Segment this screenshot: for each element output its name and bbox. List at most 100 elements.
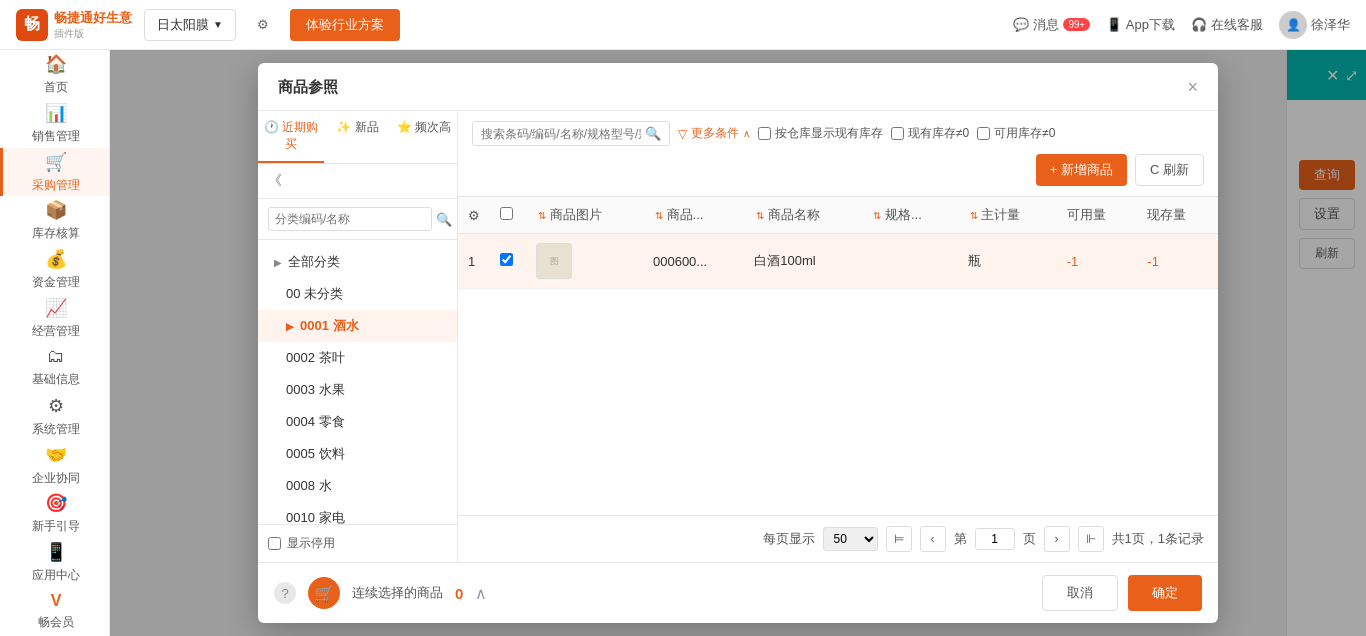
name-sort-icon[interactable]: ⇅ [756,210,764,221]
name-col-header[interactable]: ⇅ 商品名称 [744,197,861,234]
tree-item-tea[interactable]: 0002 茶叶 [258,342,457,374]
trial-button[interactable]: 体验行业方案 [290,9,400,41]
tab-new-product[interactable]: ✨ 新品 [324,111,390,163]
cart-button[interactable]: 🛒 [308,577,340,609]
available-col-header[interactable]: 可用量 [1057,197,1138,234]
collapse-left-button[interactable]: 《 [268,172,282,190]
unit-col-header[interactable]: ⇅ 主计量 [958,197,1057,234]
sales-icon: 📊 [45,102,67,124]
category-search-wrap: 🔍 [258,199,457,240]
username-label: 徐泽华 [1311,16,1350,34]
table-settings-icon[interactable]: ⚙ [468,208,480,223]
img-sort-icon[interactable]: ⇅ [538,210,546,221]
select-all-checkbox[interactable] [500,207,513,220]
tree-item-all[interactable]: ▶ 全部分类 [258,246,457,278]
tree-item-tea-label: 0002 茶叶 [286,349,345,367]
service-item[interactable]: 🎧 在线客服 [1191,16,1263,34]
sidebar-label-guide: 新手引导 [32,518,80,535]
row-checkbox[interactable] [500,253,513,266]
message-nav-item[interactable]: 💬 消息 99+ [1013,16,1089,34]
available-stock-checkbox-wrap[interactable]: 可用库存≠0 [977,125,1055,142]
nonzero-stock-checkbox-wrap[interactable]: 现有库存≠0 [891,125,969,142]
confirm-button[interactable]: 确定 [1128,575,1202,611]
store-label: 日太阳膜 [157,16,209,34]
tree-item-water-label: 0008 水 [286,477,332,495]
filter-more-button[interactable]: ▽ 更多条件 ∧ [678,125,750,142]
sidebar-label-operations: 经营管理 [32,323,80,340]
toolbar-right: + 新增商品 C 刷新 [1036,154,1204,186]
store-dropdown[interactable]: 日太阳膜 ▼ [144,9,236,41]
sidebar-item-sales[interactable]: 📊 销售管理 [0,99,109,148]
settings-icon[interactable]: ⚙ [248,10,278,40]
total-info: 共1页，1条记录 [1112,530,1204,548]
code-col-header[interactable]: ⇅ 商品... [643,197,744,234]
collapse-up-icon[interactable]: ∧ [475,584,487,603]
row-spec-cell [861,234,957,289]
sidebar-item-inventory[interactable]: 📦 库存核算 [0,196,109,245]
tree-item-uncategorized[interactable]: 00 未分类 [258,278,457,310]
cancel-button[interactable]: 取消 [1042,575,1118,611]
tree-item-fruit[interactable]: 0003 水果 [258,374,457,406]
tab-frequent[interactable]: ⭐ 频次高 [391,111,457,163]
sidebar-item-purchase[interactable]: 🛒 采购管理 [0,148,109,197]
tree-item-water[interactable]: 0008 水 [258,470,457,502]
sidebar-item-home[interactable]: 🏠 首页 [0,50,109,99]
sidebar-item-enterprise[interactable]: 🤝 企业协同 [0,441,109,490]
tab-recent-purchase[interactable]: 🕐 近期购买 [258,111,324,163]
table-header-row: ⚙ ⇅ 商品图片 [458,197,1218,234]
tab-frequent-label: 频次高 [415,120,451,134]
row-stock-cell: -1 [1137,234,1218,289]
sidebar-item-operations[interactable]: 📈 经营管理 [0,294,109,343]
product-image: 图 [536,243,572,279]
sidebar-label-member: 畅会员 [38,614,74,631]
user-avatar-item[interactable]: 👤 徐泽华 [1279,11,1350,39]
unit-sort-icon[interactable]: ⇅ [970,210,978,221]
nonzero-stock-checkbox[interactable] [891,127,904,140]
prev-page-button[interactable]: ‹ [920,526,946,552]
category-search-input[interactable] [268,207,432,231]
system-icon: ⚙ [48,395,64,417]
app-download-item[interactable]: 📱 App下载 [1106,16,1175,34]
help-icon[interactable]: ? [274,582,296,604]
stock-col-header[interactable]: 现存量 [1137,197,1218,234]
sidebar-item-finance[interactable]: 💰 资金管理 [0,245,109,294]
next-page-button[interactable]: › [1044,526,1070,552]
filter-arrow-icon: ∧ [743,128,750,139]
sidebar-label-sales: 销售管理 [32,128,80,145]
tree-item-beverage[interactable]: 0005 饮料 [258,438,457,470]
code-sort-icon[interactable]: ⇅ [655,210,663,221]
available-stock-checkbox[interactable] [977,127,990,140]
sidebar-item-apps[interactable]: 📱 应用中心 [0,538,109,587]
spec-col-header[interactable]: ⇅ 规格... [861,197,957,234]
first-page-button[interactable]: ⊨ [886,526,912,552]
sidebar-item-basic[interactable]: 🗂 基础信息 [0,343,109,392]
show-disabled-checkbox[interactable] [268,537,281,550]
spec-sort-icon[interactable]: ⇅ [873,210,881,221]
basic-icon: 🗂 [47,346,65,367]
sidebar-label-inventory: 库存核算 [32,225,80,242]
sidebar-item-member[interactable]: V 畅会员 [0,587,109,636]
tree-item-beverage-label: 0005 饮料 [286,445,345,463]
home-icon: 🏠 [45,53,67,75]
warehouse-stock-checkbox[interactable] [758,127,771,140]
last-page-button[interactable]: ⊩ [1078,526,1104,552]
sidebar-item-system[interactable]: ⚙ 系统管理 [0,392,109,441]
product-search-input[interactable] [481,127,641,141]
tree-item-liquor[interactable]: ▶ 0001 酒水 [258,310,457,342]
tree-arrow-icon: ▶ [274,257,282,268]
modal-close-button[interactable]: × [1187,77,1198,98]
product-search-icon[interactable]: 🔍 [645,126,661,141]
enterprise-icon: 🤝 [45,444,67,466]
table-row[interactable]: 1 图 [458,234,1218,289]
sidebar-item-guide[interactable]: 🎯 新手引导 [0,489,109,538]
category-search-icon[interactable]: 🔍 [436,212,452,227]
per-page-select[interactable]: 50 10 20 100 [823,527,878,551]
refresh-button[interactable]: C 刷新 [1135,154,1204,186]
row-checkbox-cell[interactable] [490,234,526,289]
tree-item-snack[interactable]: 0004 零食 [258,406,457,438]
tree-item-appliance[interactable]: 0010 家电 [258,502,457,524]
add-product-button[interactable]: + 新增商品 [1036,154,1127,186]
tree-item-liquor-label: 0001 酒水 [300,317,359,335]
page-number-input[interactable] [975,528,1015,550]
warehouse-stock-checkbox-wrap[interactable]: 按仓库显示现有库存 [758,125,883,142]
